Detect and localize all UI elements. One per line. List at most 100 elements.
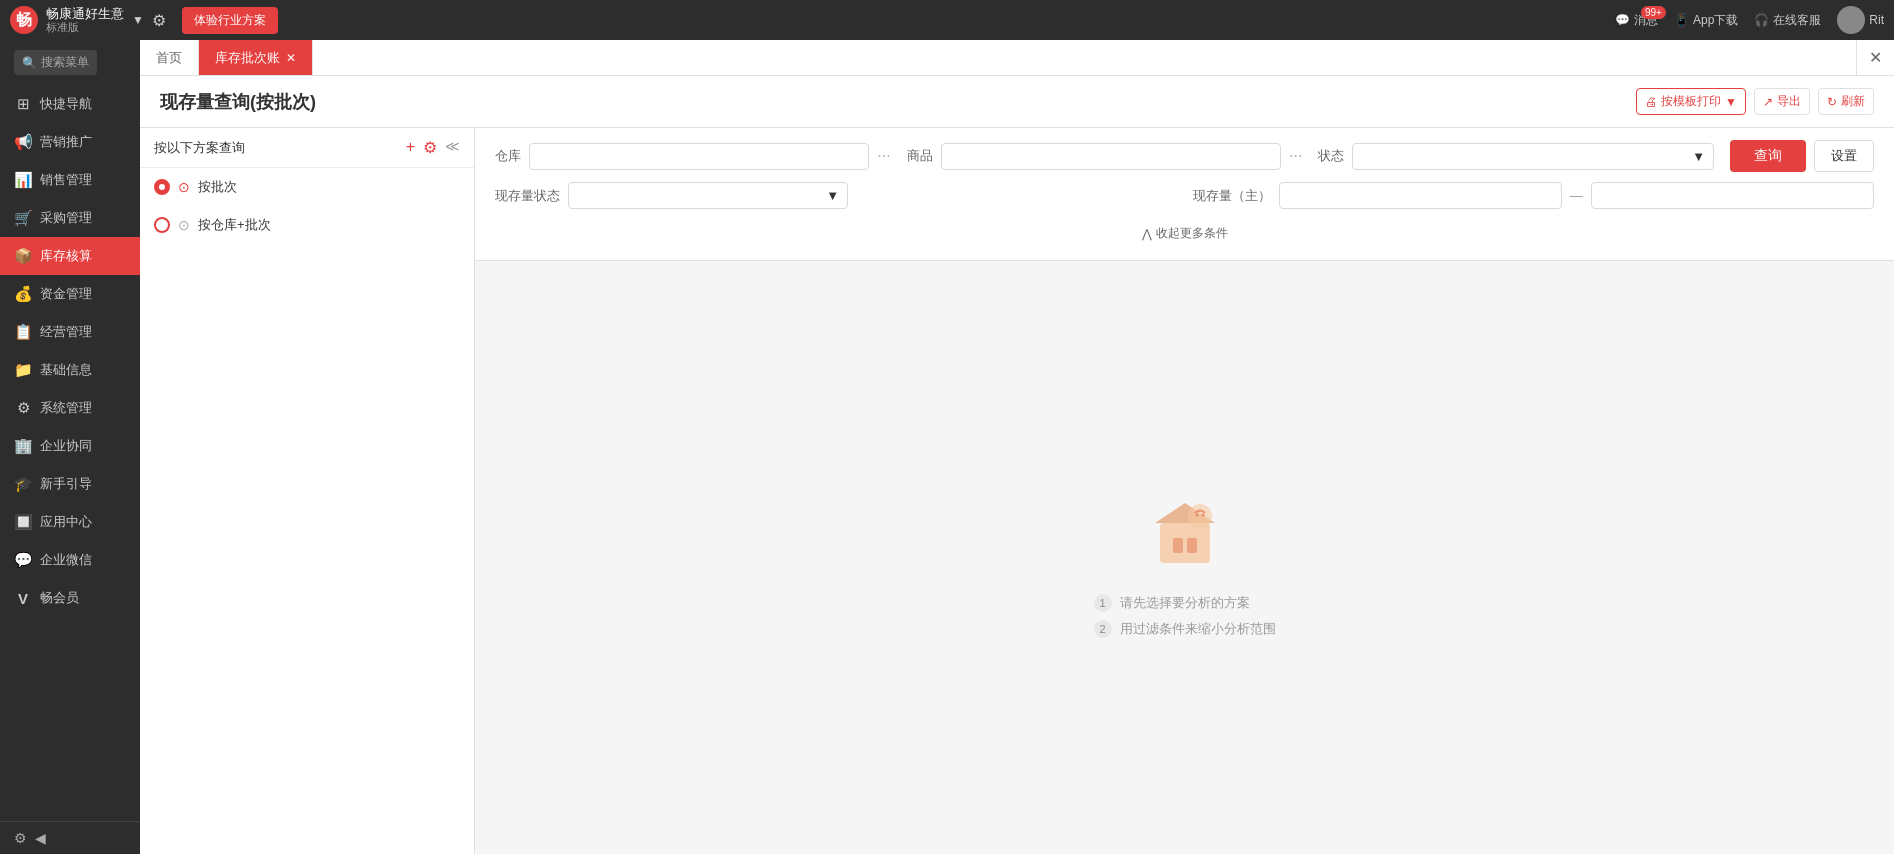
left-panel-settings-btn[interactable]: ⚙ [423, 138, 437, 157]
query-btn[interactable]: 查询 [1730, 140, 1806, 172]
warehouse-more-btn[interactable]: ··· [877, 147, 890, 165]
top-settings-icon[interactable]: ⚙ [152, 11, 166, 30]
sidebar-item-finance[interactable]: 💰 资金管理 [0, 275, 140, 313]
tab-panel-close-btn[interactable]: ✕ [1856, 40, 1894, 75]
collapse-label: 收起更多条件 [1156, 225, 1228, 242]
status-chevron-icon: ▼ [1692, 149, 1705, 164]
sidebar-item-member[interactable]: V 畅会员 [0, 579, 140, 617]
empty-state: 1 请先选择要分析的方案 2 用过滤条件来缩小分析范围 [475, 261, 1894, 854]
sidebar-item-quick-nav[interactable]: ⊞ 快捷导航 [0, 85, 140, 123]
svg-point-6 [1201, 513, 1204, 516]
collapse-icon: ⋀ [1142, 227, 1152, 241]
app-download-btn[interactable]: 📱 App下载 [1674, 12, 1738, 29]
export-icon: ↗ [1763, 95, 1773, 109]
ops-icon: 📋 [14, 323, 32, 341]
page-header: 现存量查询(按批次) 🖨 按模板打印 ▼ ↗ 导出 ↻ [140, 76, 1894, 128]
sidebar-item-marketing[interactable]: 📢 营销推广 [0, 123, 140, 161]
sidebar-item-label: 资金管理 [40, 285, 92, 303]
search-input[interactable]: 🔍 搜索菜单 [14, 50, 97, 75]
print-icon: 🖨 [1645, 95, 1657, 109]
print-dropdown-icon: ▼ [1725, 95, 1737, 109]
tab-inventory-batch[interactable]: 库存批次账 ✕ [199, 40, 313, 75]
filter-stock-qty: 现存量（主） — [1193, 182, 1875, 209]
sidebar-bottom: ⚙ ◀ [0, 821, 140, 854]
settings-btn[interactable]: 设置 [1814, 140, 1874, 172]
sidebar-item-search[interactable]: 🔍 搜索菜单 [0, 40, 140, 85]
sidebar-item-label: 采购管理 [40, 209, 92, 227]
export-btn[interactable]: ↗ 导出 [1754, 88, 1810, 115]
stock-qty-to-input[interactable] [1591, 182, 1874, 209]
product-more-btn[interactable]: ··· [1289, 147, 1302, 165]
left-panel-add-btn[interactable]: + [406, 138, 415, 157]
top-bar-right: 💬 消息 99+ 📱 App下载 🎧 在线客服 Rit [1615, 6, 1884, 34]
user-name: Rit [1869, 13, 1884, 27]
filter-collapse-btn[interactable]: ⋀ 收起更多条件 [495, 219, 1874, 248]
by-warehouse-batch-label: 按仓库+批次 [198, 216, 271, 234]
by-warehouse-batch-icon: ⊙ [178, 217, 190, 233]
purchase-icon: 🛒 [14, 209, 32, 227]
hint-1-text: 请先选择要分析的方案 [1120, 594, 1250, 612]
print-btn[interactable]: 🖨 按模板打印 ▼ [1636, 88, 1746, 115]
left-panel-item-by-batch[interactable]: ⊙ 按批次 [140, 168, 474, 206]
sidebar-item-label: 新手引导 [40, 475, 92, 493]
sidebar-item-system[interactable]: ⚙ 系统管理 [0, 389, 140, 427]
tab-inventory-label: 库存批次账 [215, 49, 280, 67]
top-bar-left: 畅 畅康通好生意 标准版 ▼ ⚙ 体验行业方案 [10, 6, 278, 35]
sidebar-settings-btn[interactable]: ⚙ [14, 830, 27, 846]
radio-by-batch[interactable] [154, 179, 170, 195]
messages-btn[interactable]: 💬 消息 99+ [1615, 12, 1658, 29]
nav-dropdown[interactable]: ▼ [132, 13, 144, 27]
headset-icon: 🎧 [1754, 13, 1769, 27]
filter-row-1: 仓库 ··· 商品 ··· 状态 [495, 140, 1874, 172]
newuser-icon: 🎓 [14, 475, 32, 493]
sidebar-item-label: 企业协同 [40, 437, 92, 455]
filter-status: 状态 ▼ [1318, 143, 1714, 170]
sidebar-item-inventory[interactable]: 📦 库存核算 [0, 237, 140, 275]
sidebar-collapse-btn[interactable]: ◀ [35, 830, 46, 846]
sidebar-item-wechat[interactable]: 💬 企业微信 [0, 541, 140, 579]
stock-status-chevron-icon: ▼ [826, 188, 839, 203]
sidebar-item-newuser[interactable]: 🎓 新手引导 [0, 465, 140, 503]
refresh-btn[interactable]: ↻ 刷新 [1818, 88, 1874, 115]
sidebar-item-label: 销售管理 [40, 171, 92, 189]
left-panel-item-by-warehouse-batch[interactable]: ⊙ 按仓库+批次 [140, 206, 474, 244]
stock-qty-label: 现存量（主） [1193, 187, 1271, 205]
experience-btn[interactable]: 体验行业方案 [182, 7, 278, 34]
app-download-label: App下载 [1693, 12, 1738, 29]
filter-product: 商品 ··· [907, 143, 1303, 170]
finance-icon: 💰 [14, 285, 32, 303]
filter-dash: — [1570, 188, 1583, 203]
sidebar-item-label: 企业微信 [40, 551, 92, 569]
warehouse-input[interactable] [529, 143, 869, 170]
sidebar-item-purchase[interactable]: 🛒 采购管理 [0, 199, 140, 237]
online-service-btn[interactable]: 🎧 在线客服 [1754, 12, 1821, 29]
left-panel-header-label: 按以下方案查询 [154, 139, 245, 157]
sidebar-item-ops[interactable]: 📋 经营管理 [0, 313, 140, 351]
sidebar-item-label: 基础信息 [40, 361, 92, 379]
stock-status-select[interactable]: ▼ [568, 182, 848, 209]
system-icon: ⚙ [14, 399, 32, 417]
product-label: 商品 [907, 147, 933, 165]
left-panel-collapse-btn[interactable]: ≪ [445, 138, 460, 157]
sidebar-item-label: 经营管理 [40, 323, 92, 341]
radio-by-warehouse-batch[interactable] [154, 217, 170, 233]
sidebar-item-label: 应用中心 [40, 513, 92, 531]
sidebar-item-basic[interactable]: 📁 基础信息 [0, 351, 140, 389]
online-service-label: 在线客服 [1773, 12, 1821, 29]
status-select[interactable]: ▼ [1352, 143, 1714, 170]
user-profile[interactable]: Rit [1837, 6, 1884, 34]
product-input[interactable] [941, 143, 1281, 170]
svg-point-4 [1188, 504, 1212, 528]
svg-rect-3 [1187, 538, 1197, 553]
tab-home[interactable]: 首页 [140, 40, 199, 75]
sidebar-item-appstore[interactable]: 🔲 应用中心 [0, 503, 140, 541]
tab-close-btn[interactable]: ✕ [286, 51, 296, 65]
app-name: 畅康通好生意 [46, 6, 124, 22]
search-icon: 🔍 [22, 56, 37, 70]
sidebar-item-enterprise[interactable]: 🏢 企业协同 [0, 427, 140, 465]
sidebar-item-sales[interactable]: 📊 销售管理 [0, 161, 140, 199]
body-layout: 按以下方案查询 + ⚙ ≪ ⊙ 按批次 [140, 128, 1894, 854]
stock-qty-from-input[interactable] [1279, 182, 1562, 209]
filter-row-2: 现存量状态 ▼ 现存量（主） — [495, 182, 1874, 209]
print-label: 按模板打印 [1661, 93, 1721, 110]
